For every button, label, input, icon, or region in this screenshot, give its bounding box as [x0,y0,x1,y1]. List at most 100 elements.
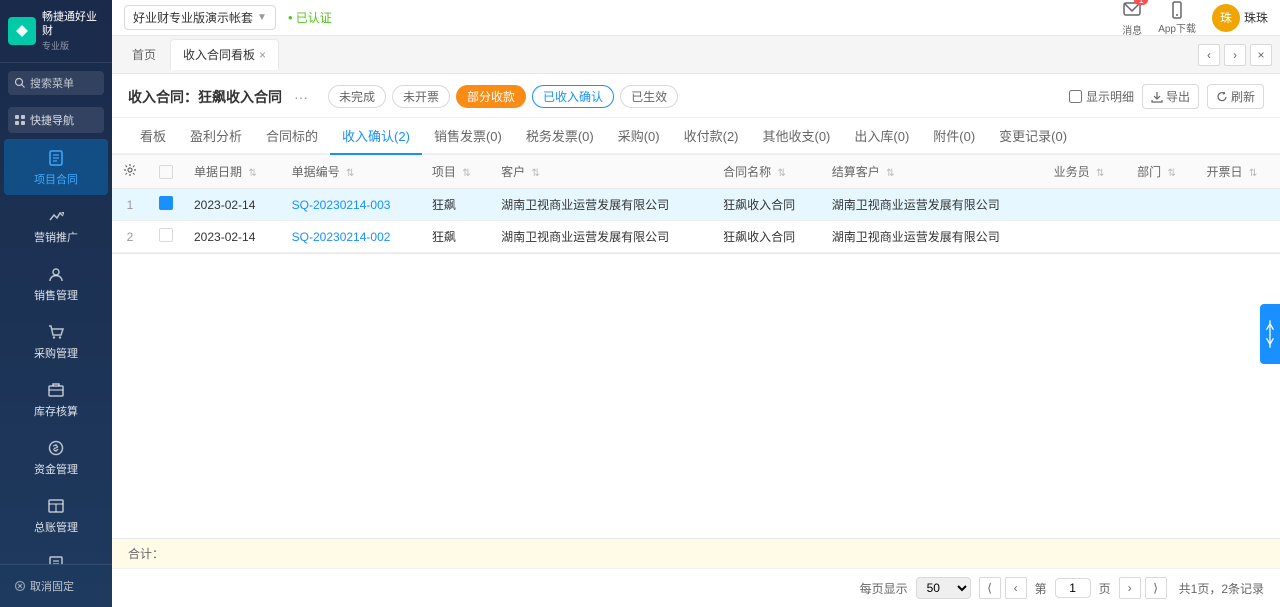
row-checkbox-cell[interactable] [148,189,184,221]
row-checkbox[interactable] [159,196,173,210]
row-number[interactable]: SQ-20230214-002 [282,221,422,253]
sidebar-item-label-purchase: 采购管理 [34,345,78,361]
tab-kanban[interactable]: 看板 [128,118,178,155]
show-detail-checkbox[interactable]: 显示明细 [1069,88,1134,105]
page-last-btn[interactable]: ⟩ [1145,577,1167,599]
settings-icon [123,163,137,177]
table-row[interactable]: 2 2023-02-14 SQ-20230214-002 狂飙 湖南卫视商业运营… [112,221,1280,253]
tab-sales-invoice[interactable]: 销售发票(0) [422,118,514,155]
project-sort-icon: ⇅ [462,168,470,179]
col-salesperson-header[interactable]: 业务员 ⇅ [1044,155,1128,189]
tab-close-all-btn[interactable]: × [1250,44,1272,66]
search-label: 搜索菜单 [30,75,74,91]
row-customer: 湖南卫视商业运营发展有限公司 [491,189,713,221]
sidebar-item-purchase[interactable]: 采购管理 [4,313,108,369]
table-row[interactable]: 1 2023-02-14 SQ-20230214-003 狂飙 湖南卫视商业运营… [112,189,1280,221]
tab-tax-invoice[interactable]: 税务发票(0) [514,118,606,155]
contract-name-sort-icon: ⇅ [777,168,785,179]
row-salesperson [1044,221,1128,253]
status-effective[interactable]: 已生效 [620,85,678,108]
status-confirmed[interactable]: 已收入确认 [532,85,614,108]
sidebar-item-label-fund: 资金管理 [34,461,78,477]
export-btn[interactable]: 导出 [1142,84,1199,109]
user-area[interactable]: 珠 珠珠 [1212,4,1268,32]
tab-next-btn[interactable]: › [1224,44,1246,66]
col-customer-header[interactable]: 客户 ⇅ [491,155,713,189]
contract-prefix: 收入合同： [128,89,198,105]
col-number-header[interactable]: 单据编号 ⇅ [282,155,422,189]
tab-attachment[interactable]: 附件(0) [921,118,987,155]
app-download-action[interactable]: App下载 [1158,0,1196,35]
top-header: 好业财专业版演示帐套 ▼ 已认证 1 消息 [112,0,1280,36]
col-date-header[interactable]: 单据日期 ⇅ [184,155,282,189]
col-checkbox[interactable] [148,155,184,189]
tab-close-icon[interactable]: × [259,48,266,62]
col-salesperson-label: 业务员 [1054,165,1090,179]
invoice-icon [45,553,67,564]
col-open-date-header[interactable]: 开票日 ⇅ [1196,155,1280,189]
page-input[interactable] [1055,578,1091,598]
avatar: 珠 [1212,4,1240,32]
company-selector[interactable]: 好业财专业版演示帐套 ▼ [124,5,276,30]
tab-revenue-confirm[interactable]: 收入确认(2) [330,118,422,155]
refresh-btn[interactable]: 刷新 [1207,84,1264,109]
more-btn[interactable]: ··· [294,89,308,105]
tab-home[interactable]: 首页 [120,40,168,69]
col-closing-customer-header[interactable]: 结算客户 ⇅ [822,155,1044,189]
row-department [1127,221,1196,253]
sidebar-item-general[interactable]: 总账管理 [4,487,108,543]
sidebar-search[interactable]: 搜索菜单 [8,71,104,95]
quick-nav-btn[interactable]: 快捷导航 [8,107,104,133]
tab-bar: 首页 收入合同看板 × ‹ › × [112,36,1280,74]
tab-prev-btn[interactable]: ‹ [1198,44,1220,66]
page-next-btn[interactable]: › [1119,577,1141,599]
show-detail-input[interactable] [1069,90,1082,103]
pin-icon [14,580,26,592]
sidebar-item-inventory[interactable]: 库存核算 [4,371,108,427]
tab-contract-subject[interactable]: 合同标的 [254,118,330,155]
sidebar-item-project-contract[interactable]: 项目合同 [4,139,108,195]
sidebar-item-invoice[interactable]: 发票管理 [4,545,108,564]
status-incomplete[interactable]: 未完成 [328,85,386,108]
tab-in-out-storage[interactable]: 出入库(0) [842,118,921,155]
page-prev-btn[interactable]: ‹ [1005,577,1027,599]
table-area: 单据日期 ⇅ 单据编号 ⇅ 项目 ⇅ [112,155,1280,538]
right-panel-btn[interactable] [1260,304,1280,364]
row-open-date [1196,189,1280,221]
per-page-select[interactable]: 50 10 20 100 [916,577,971,599]
col-settings[interactable] [112,155,148,189]
tab-other-income[interactable]: 其他收支(0) [751,118,843,155]
sidebar-item-label-project: 项目合同 [34,171,78,187]
row-number-link[interactable]: SQ-20230214-002 [292,230,391,244]
tab-payment[interactable]: 收付款(2) [672,118,751,155]
tab-purchase[interactable]: 采购(0) [606,118,672,155]
sidebar-item-marketing[interactable]: 营销推广 [4,197,108,253]
header-checkbox[interactable] [159,165,173,179]
row-checkbox[interactable] [159,228,173,242]
status-uninvoiced[interactable]: 未开票 [392,85,450,108]
message-action[interactable]: 1 消息 [1122,0,1142,37]
table-scroll[interactable]: 单据日期 ⇅ 单据编号 ⇅ 项目 ⇅ [112,155,1280,254]
status-partial[interactable]: 部分收款 [456,85,526,108]
row-checkbox-cell[interactable] [148,221,184,253]
sidebar-item-label-marketing: 营销推广 [34,229,78,245]
page-first-btn[interactable]: ⟨ [979,577,1001,599]
col-dept-header[interactable]: 部门 ⇅ [1127,155,1196,189]
row-num: 2 [112,221,148,253]
cancel-fixed-btn[interactable]: 取消固定 [8,573,104,599]
tab-nav-right: ‹ › × [1198,44,1272,66]
col-closing-customer-label: 结算客户 [832,165,880,179]
search-icon [14,77,26,89]
row-closing-customer: 湖南卫视商业运营发展有限公司 [822,221,1044,253]
col-contract-name-header[interactable]: 合同名称 ⇅ [713,155,822,189]
sidebar: 畅捷通好业财 专业版 搜索菜单 快捷导航 [0,0,112,607]
row-number-link[interactable]: SQ-20230214-003 [292,198,391,212]
tab-profit[interactable]: 盈利分析 [178,118,254,155]
tab-change-log[interactable]: 变更记录(0) [987,118,1079,155]
sidebar-item-sales[interactable]: 销售管理 [4,255,108,311]
tab-contract-board[interactable]: 收入合同看板 × [170,39,279,70]
sidebar-item-fund[interactable]: 资金管理 [4,429,108,485]
row-number[interactable]: SQ-20230214-003 [282,189,422,221]
col-project-header[interactable]: 项目 ⇅ [422,155,491,189]
contract-title: 收入合同：狂飙收入合同 [128,87,282,107]
